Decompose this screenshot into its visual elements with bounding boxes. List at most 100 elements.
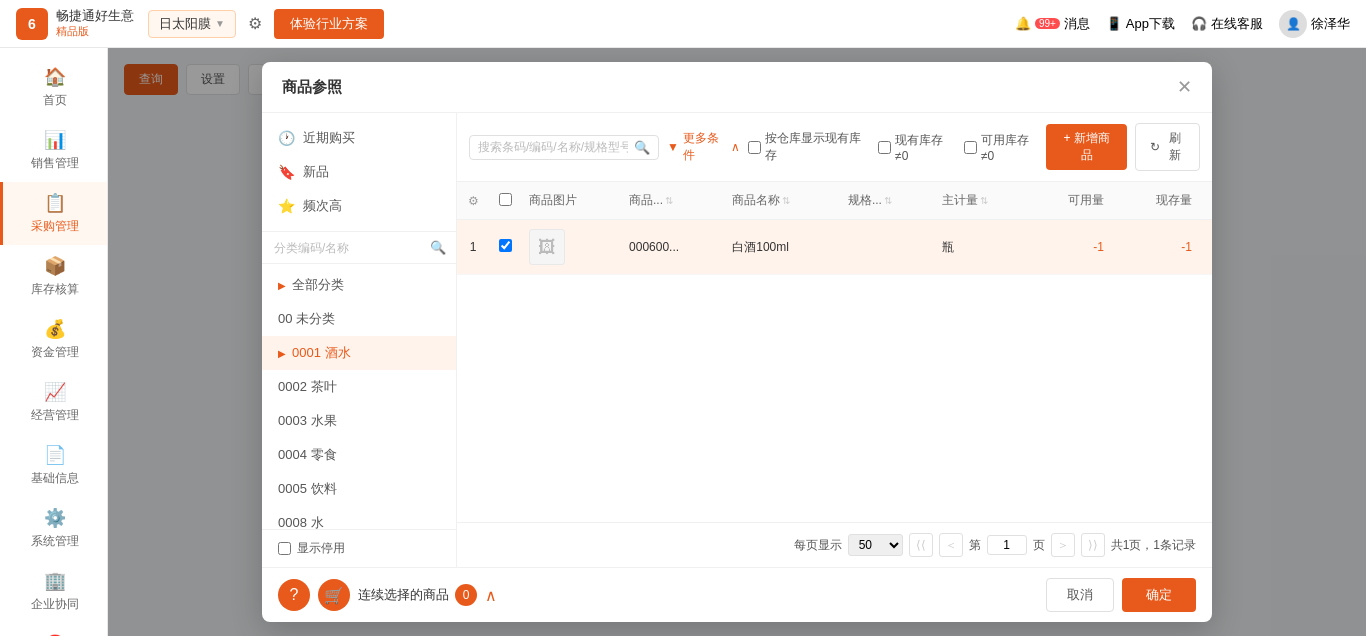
total-pages-info: 共1页，1条记录 [1111, 537, 1196, 554]
sidebar-item-label: 经营管理 [31, 407, 79, 424]
row-checkbox-cell[interactable] [489, 220, 521, 275]
modal-body: 🕐 近期购买 🔖 新品 ⭐ 频次高 [262, 113, 1212, 567]
operations-icon: 📈 [44, 381, 66, 403]
notification-badge: 99+ [1035, 18, 1060, 29]
online-service-label: 在线客服 [1211, 15, 1263, 33]
per-page-select[interactable]: 50 10 20 100 [848, 534, 903, 556]
home-icon: 🏠 [44, 66, 66, 88]
sidebar-item-label: 企业协同 [31, 596, 79, 613]
category-label: 0001 酒水 [292, 344, 351, 362]
warehouse-checkbox[interactable] [748, 141, 761, 154]
prev-page-button[interactable]: ＜ [939, 533, 963, 557]
row-checkbox[interactable] [499, 239, 512, 252]
tab-frequent[interactable]: ⭐ 频次高 [262, 189, 456, 223]
row-image-cell: 🖼 [521, 220, 621, 275]
experience-button[interactable]: 体验行业方案 [274, 9, 384, 39]
filter-button[interactable]: ▼ 更多条件 ∧ [667, 130, 740, 164]
product-search-input[interactable] [478, 140, 628, 154]
category-uncategorized[interactable]: 00 未分类 [262, 302, 456, 336]
select-all-checkbox[interactable] [499, 193, 512, 206]
category-tea[interactable]: 0002 茶叶 [262, 370, 456, 404]
show-disabled-checkbox[interactable] [278, 542, 291, 555]
col-stock: 现存量 [1112, 182, 1212, 220]
right-panel: 🔍 ▼ 更多条件 ∧ 按仓库显示现有库存 [457, 113, 1212, 567]
refresh-button[interactable]: ↻ 刷新 [1135, 123, 1200, 171]
sidebar-item-sales[interactable]: 📊 销售管理 [0, 119, 107, 182]
sidebar-item-system[interactable]: ⚙️ 系统管理 [0, 497, 107, 560]
col-name[interactable]: 商品名称⇅ [724, 182, 840, 220]
selected-count-badge: 0 [455, 584, 477, 606]
category-liquor[interactable]: ▶ 0001 酒水 [262, 336, 456, 370]
left-tabs: 🕐 近期购买 🔖 新品 ⭐ 频次高 [262, 113, 456, 232]
sidebar-item-inventory[interactable]: 📦 库存核算 [0, 245, 107, 308]
col-unit[interactable]: 主计量⇅ [934, 182, 1031, 220]
category-list: ▶ 全部分类 00 未分类 ▶ 0001 酒水 0002 茶 [262, 264, 456, 529]
show-disabled-label: 显示停用 [297, 540, 345, 557]
category-search-input[interactable] [274, 241, 424, 255]
sidebar-item-operations[interactable]: 📈 经营管理 [0, 371, 107, 434]
stock-ne0-filter[interactable]: 现有库存≠0 [878, 132, 952, 163]
left-panel: 🕐 近期购买 🔖 新品 ⭐ 频次高 [262, 113, 457, 567]
help-icon-btn[interactable]: ? [278, 579, 310, 611]
modal-footer: ? 🛒 连续选择的商品 0 ∧ 取消 确定 [262, 567, 1212, 622]
sidebar-item-guide[interactable]: 🎯 新手引导 [0, 623, 107, 636]
sidebar-item-label: 基础信息 [31, 470, 79, 487]
avail-ne0-filter[interactable]: 可用库存≠0 [964, 132, 1038, 163]
store-selector[interactable]: 日太阳膜 ▼ [148, 10, 236, 38]
gear-icon[interactable]: ⚙ [248, 14, 262, 33]
category-water[interactable]: 0008 水 [262, 506, 456, 529]
table-row[interactable]: 1 🖼 000600... 白酒100ml [457, 220, 1212, 275]
stock-ne0-label: 现有库存≠0 [895, 132, 952, 163]
last-page-button[interactable]: ⟩⟩ [1081, 533, 1105, 557]
confirm-button[interactable]: 确定 [1122, 578, 1196, 612]
sales-icon: 📊 [44, 129, 66, 151]
category-label: 全部分类 [292, 276, 344, 294]
sidebar-item-purchase[interactable]: 📋 采购管理 [0, 182, 107, 245]
modal-close-button[interactable]: ✕ [1177, 76, 1192, 98]
notifications-item[interactable]: 🔔 99+ 消息 [1015, 15, 1090, 33]
tab-new-label: 新品 [303, 163, 329, 181]
sidebar-item-enterprise[interactable]: 🏢 企业协同 [0, 560, 107, 623]
sidebar-item-home[interactable]: 🏠 首页 [0, 56, 107, 119]
next-page-button[interactable]: ＞ [1051, 533, 1075, 557]
new-icon: 🔖 [278, 164, 295, 180]
sidebar-item-label: 销售管理 [31, 155, 79, 172]
online-service-item[interactable]: 🎧 在线客服 [1191, 15, 1263, 33]
sidebar: 🏠 首页 📊 销售管理 📋 采购管理 📦 库存核算 💰 资金管理 📈 经营管理 … [0, 48, 108, 636]
sidebar-item-finance[interactable]: 💰 资金管理 [0, 308, 107, 371]
user-item[interactable]: 👤 徐泽华 [1279, 10, 1350, 38]
refresh-icon: ↻ [1150, 140, 1160, 154]
right-toolbar: 🔍 ▼ 更多条件 ∧ 按仓库显示现有库存 [457, 113, 1212, 182]
app-download-item[interactable]: 📱 App下载 [1106, 15, 1175, 33]
category-beverages[interactable]: 0005 饮料 [262, 472, 456, 506]
add-product-button[interactable]: + 新增商品 [1046, 124, 1127, 170]
stock-ne0-checkbox[interactable] [878, 141, 891, 154]
category-snacks[interactable]: 0004 零食 [262, 438, 456, 472]
first-page-button[interactable]: ⟨⟨ [909, 533, 933, 557]
avail-ne0-label: 可用库存≠0 [981, 132, 1038, 163]
cancel-button[interactable]: 取消 [1046, 578, 1114, 612]
tab-recent[interactable]: 🕐 近期购买 [262, 121, 456, 155]
col-settings-icon[interactable]: ⚙ [468, 194, 479, 208]
row-unit: 瓶 [934, 220, 1031, 275]
system-icon: ⚙️ [44, 507, 66, 529]
category-all[interactable]: ▶ 全部分类 [262, 268, 456, 302]
modal-title: 商品参照 [282, 78, 342, 97]
purchase-icon: 📋 [44, 192, 66, 214]
search-icon: 🔍 [430, 240, 446, 255]
cart-icon-btn[interactable]: 🛒 [318, 579, 350, 611]
refresh-label: 刷新 [1164, 130, 1185, 164]
category-fruit[interactable]: 0003 水果 [262, 404, 456, 438]
sidebar-item-label: 系统管理 [31, 533, 79, 550]
page-input[interactable] [987, 535, 1027, 555]
avail-ne0-checkbox[interactable] [964, 141, 977, 154]
sidebar-item-basic[interactable]: 📄 基础信息 [0, 434, 107, 497]
col-code[interactable]: 商品...⇅ [621, 182, 724, 220]
tab-new[interactable]: 🔖 新品 [262, 155, 456, 189]
warehouse-filter[interactable]: 按仓库显示现有库存 [748, 130, 866, 164]
row-spec [840, 220, 934, 275]
category-label: 0004 零食 [278, 446, 337, 464]
collapse-icon[interactable]: ∧ [485, 586, 497, 605]
col-spec[interactable]: 规格...⇅ [840, 182, 934, 220]
col-available: 可用量 [1031, 182, 1112, 220]
